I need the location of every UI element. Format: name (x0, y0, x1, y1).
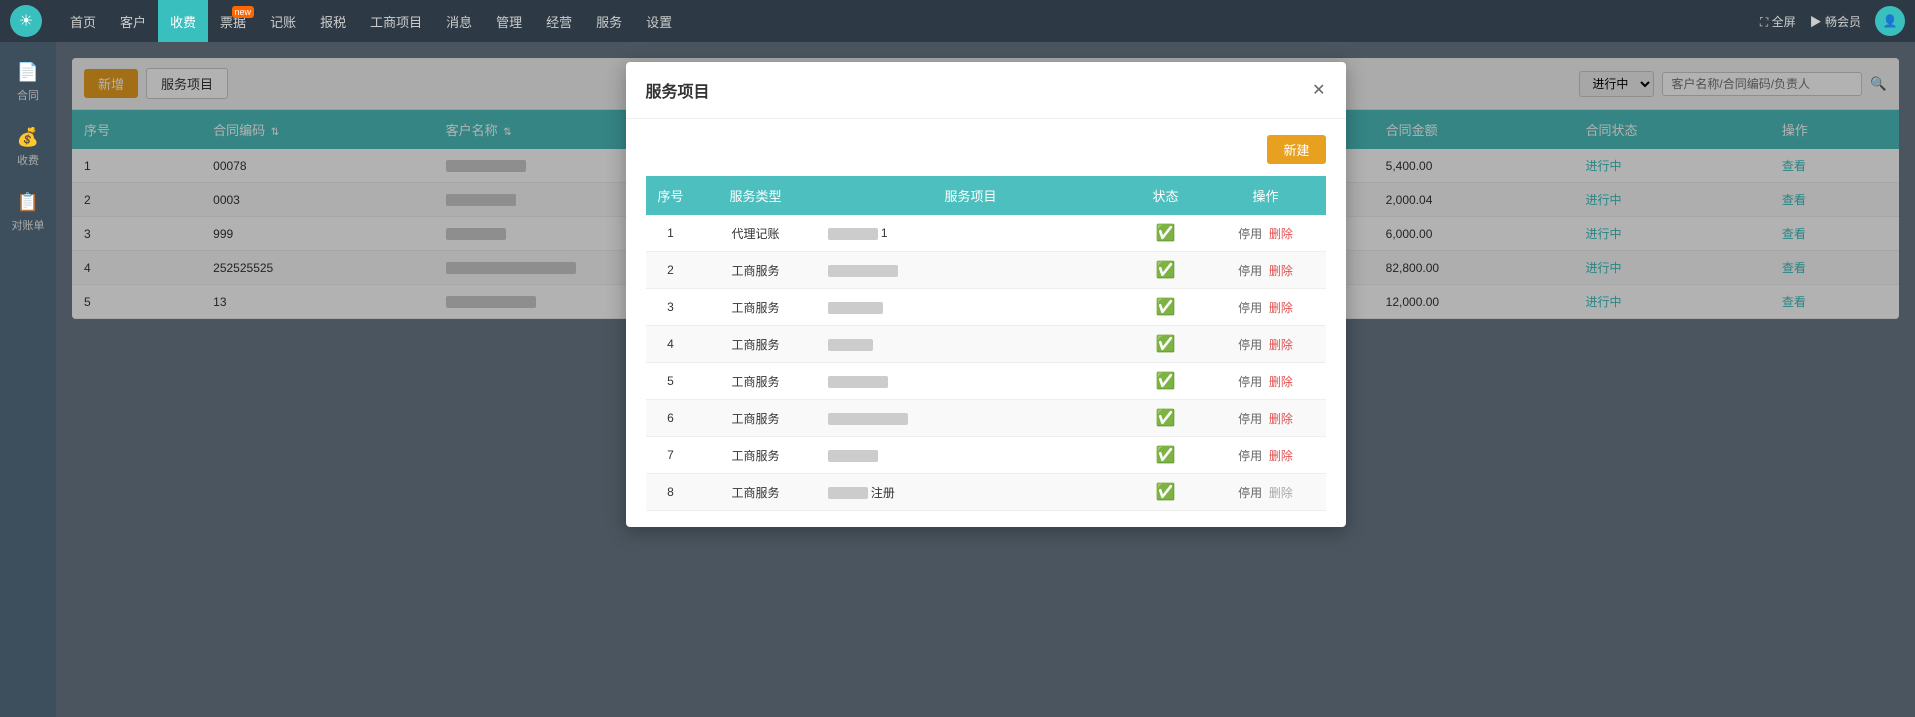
disable-link[interactable]: 停用 (1238, 375, 1262, 389)
delete-link[interactable]: 删除 (1269, 301, 1293, 315)
modal-table-row: 2 工商服务 ✅ 停用 删除 (646, 252, 1326, 289)
delete-link[interactable]: 删除 (1269, 227, 1293, 241)
modal-toolbar: 新建 (646, 135, 1326, 164)
sidebar: 📄 合同 💰 收费 📋 对账单 (0, 42, 56, 717)
modal-table-row: 6 工商服务 ✅ 停用 删除 (646, 400, 1326, 437)
disable-link[interactable]: 停用 (1238, 301, 1262, 315)
status-check-icon: ✅ (1156, 225, 1176, 242)
disable-link[interactable]: 停用 (1238, 486, 1262, 500)
modal-col-seq: 序号 (646, 176, 696, 215)
disable-link[interactable]: 停用 (1238, 227, 1262, 241)
top-navigation: ☀ 首页 客户 收费 票据 new 记账 报税 工商项目 消息 管理 经营 服务… (0, 0, 1915, 42)
nav-customer[interactable]: 客户 (108, 0, 158, 42)
nav-commerce[interactable]: 工商项目 (358, 0, 434, 42)
disable-link[interactable]: 停用 (1238, 338, 1262, 352)
nav-right-area: ⛶ 全屏 ▶ 畅会员 👤 (1760, 6, 1905, 36)
disable-link[interactable]: 停用 (1238, 449, 1262, 463)
modal-header: 服务项目 ✕ (626, 62, 1346, 119)
status-check-icon: ✅ (1156, 447, 1176, 464)
delete-link[interactable]: 删除 (1269, 449, 1293, 463)
disable-link[interactable]: 停用 (1238, 412, 1262, 426)
nav-service[interactable]: 服务 (584, 0, 634, 42)
modal-table-row: 8 工商服务 注册 ✅ 停用 删除 (646, 474, 1326, 511)
modal-new-button[interactable]: 新建 (1267, 135, 1325, 164)
status-check-icon: ✅ (1156, 336, 1176, 353)
status-check-icon: ✅ (1156, 299, 1176, 316)
nav-operation[interactable]: 经营 (534, 0, 584, 42)
modal-table: 序号 服务类型 服务项目 状态 操作 1 代理记账 1 (646, 176, 1326, 511)
disable-link[interactable]: 停用 (1238, 264, 1262, 278)
delete-link[interactable]: 删除 (1269, 412, 1293, 426)
sidebar-item-fee[interactable]: 💰 收费 (0, 117, 56, 178)
delete-link[interactable]: 删除 (1269, 264, 1293, 278)
statement-icon: 📋 (17, 192, 39, 213)
sidebar-item-statement[interactable]: 📋 对账单 (0, 182, 56, 243)
modal-table-row: 5 工商服务 ✅ 停用 删除 (646, 363, 1326, 400)
modal-col-ops: 操作 (1206, 176, 1326, 215)
modal-table-row: 1 代理记账 1 ✅ 停用 删除 (646, 215, 1326, 252)
modal-overlay: 服务项目 ✕ 新建 序号 服务类型 服务项目 状态 (56, 42, 1915, 717)
nav-fee[interactable]: 收费 (158, 0, 208, 42)
nav-tax[interactable]: 报税 (308, 0, 358, 42)
modal-table-row: 4 工商服务 ✅ 停用 删除 (646, 326, 1326, 363)
status-check-icon: ✅ (1156, 373, 1176, 390)
modal-col-item: 服务项目 (816, 176, 1126, 215)
nav-home[interactable]: 首页 (58, 0, 108, 42)
contract-icon: 📄 (17, 62, 39, 83)
new-badge: new (232, 6, 255, 18)
user-avatar[interactable]: 👤 (1875, 6, 1905, 36)
app-logo: ☀ (10, 5, 42, 37)
nav-manage[interactable]: 管理 (484, 0, 534, 42)
modal-col-status: 状态 (1126, 176, 1206, 215)
status-check-icon: ✅ (1156, 410, 1176, 427)
status-check-icon: ✅ (1156, 262, 1176, 279)
modal-title: 服务项目 (646, 78, 710, 102)
nav-invoice[interactable]: 票据 new (208, 0, 258, 42)
main-content: 新增 服务项目 进行中 全部 已结束 🔍 序号 合同编码 (56, 42, 1915, 717)
fee-icon: 💰 (17, 127, 39, 148)
nav-bookkeeping[interactable]: 记账 (258, 0, 308, 42)
status-check-icon: ✅ (1156, 484, 1176, 501)
member-btn[interactable]: ▶ 畅会员 (1810, 13, 1861, 30)
modal-table-row: 7 工商服务 ✅ 停用 删除 (646, 437, 1326, 474)
fullscreen-btn[interactable]: ⛶ 全屏 (1760, 13, 1796, 30)
modal-close-button[interactable]: ✕ (1312, 80, 1325, 100)
delete-link[interactable]: 删除 (1269, 486, 1293, 500)
service-items-modal: 服务项目 ✕ 新建 序号 服务类型 服务项目 状态 (626, 62, 1346, 527)
delete-link[interactable]: 删除 (1269, 338, 1293, 352)
modal-table-row: 3 工商服务 ✅ 停用 删除 (646, 289, 1326, 326)
delete-link[interactable]: 删除 (1269, 375, 1293, 389)
nav-message[interactable]: 消息 (434, 0, 484, 42)
main-layout: 📄 合同 💰 收费 📋 对账单 新增 服务项目 进行中 全部 已结束 (0, 42, 1915, 717)
nav-settings[interactable]: 设置 (634, 0, 684, 42)
modal-col-type: 服务类型 (696, 176, 816, 215)
modal-body: 新建 序号 服务类型 服务项目 状态 操作 (626, 119, 1346, 527)
sidebar-item-contract[interactable]: 📄 合同 (0, 52, 56, 113)
